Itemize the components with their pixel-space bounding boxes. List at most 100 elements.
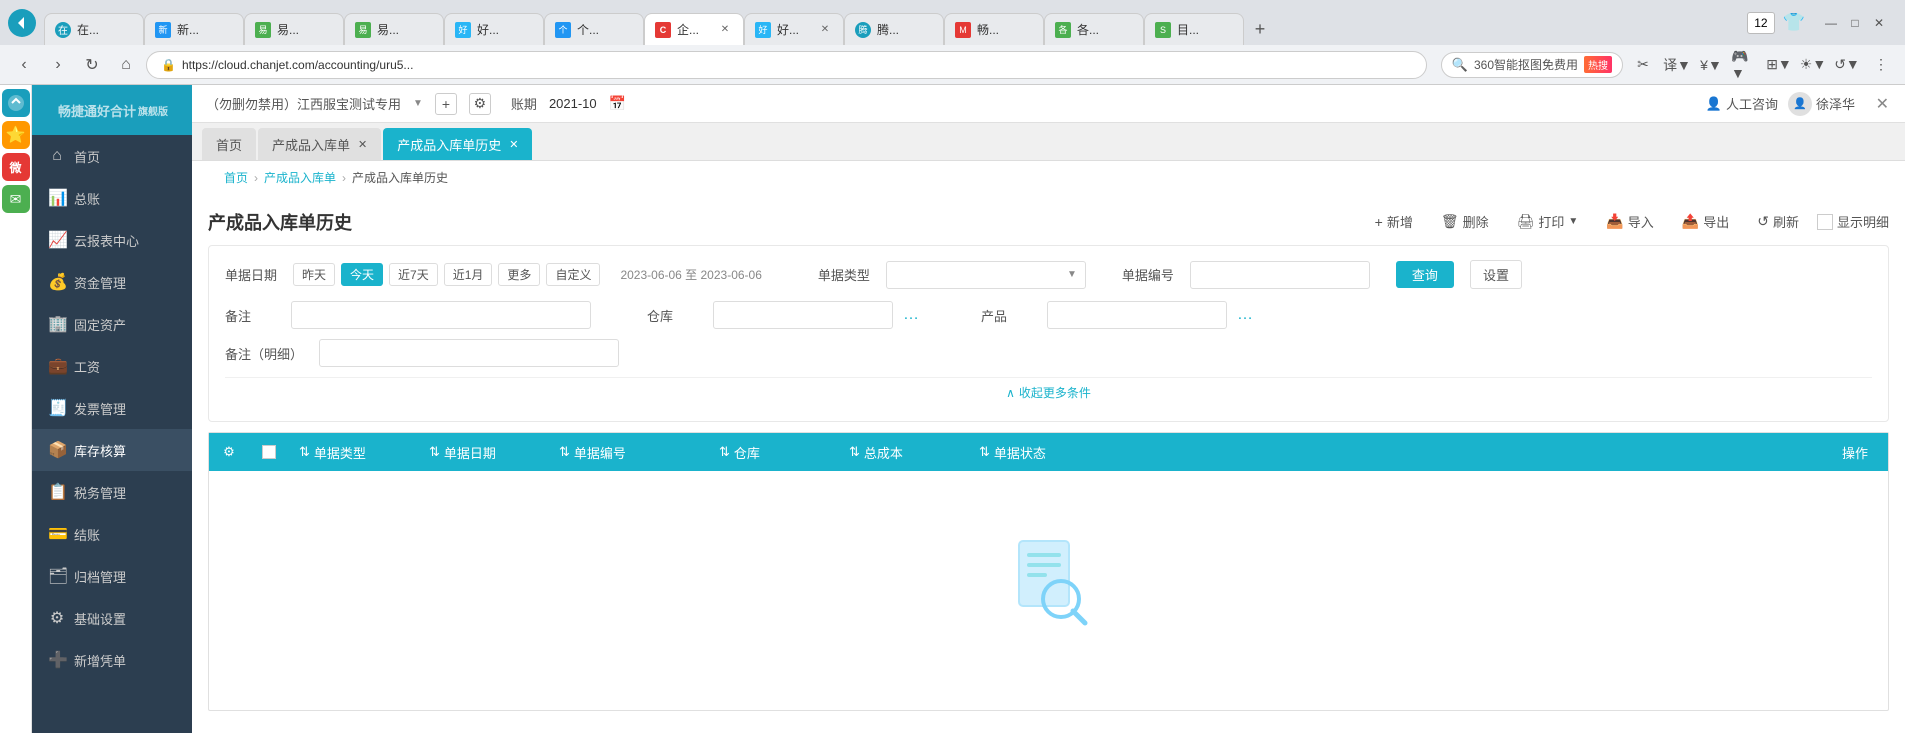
calendar-icon[interactable]: 📅	[609, 95, 626, 112]
import-button[interactable]: 📥 导入	[1596, 208, 1663, 235]
th-voucher-date[interactable]: ⇅ 单据日期	[419, 433, 549, 471]
cut-icon[interactable]: ✂	[1629, 51, 1657, 79]
refresh-button[interactable]: ↻	[78, 51, 106, 79]
browser-tab-3[interactable]: 易 易...	[244, 13, 344, 45]
export-button[interactable]: 📤 导出	[1672, 208, 1739, 235]
refresh-button[interactable]: ↺ 刷新	[1747, 208, 1809, 235]
week-btn[interactable]: 近7天	[389, 263, 438, 286]
service-button[interactable]: 👤 人工咨询	[1706, 94, 1778, 113]
back-button[interactable]: ‹	[10, 51, 38, 79]
sidebar-item-fixed-assets[interactable]: 🏢 固定资产	[32, 303, 192, 345]
company-dropdown[interactable]: ▼	[413, 98, 423, 109]
th-voucher-type[interactable]: ⇅ 单据类型	[289, 433, 419, 471]
home-button[interactable]: ⌂	[112, 51, 140, 79]
header-close-icon[interactable]: ✕	[1876, 94, 1889, 114]
grid-icon[interactable]: ⊞▼	[1765, 51, 1793, 79]
browser-tab-1[interactable]: 在 在...	[44, 13, 144, 45]
voucher-type-select[interactable]: ▼	[886, 261, 1086, 289]
collapse-button[interactable]: ∧ 收起更多条件	[225, 377, 1872, 407]
setting-button[interactable]: 设置	[1470, 260, 1522, 289]
th-voucher-status[interactable]: ⇅ 单据状态	[969, 433, 1099, 471]
yuan-icon[interactable]: ¥▼	[1697, 51, 1725, 79]
undo-icon[interactable]: ↺▼	[1833, 51, 1861, 79]
translate-icon[interactable]: 译▼	[1663, 51, 1691, 79]
select-all-checkbox[interactable]	[262, 445, 276, 459]
sidebar-item-home[interactable]: ⌂ 首页	[32, 135, 192, 177]
print-button[interactable]: 🖨 打印 ▼	[1507, 208, 1589, 235]
quick-icon-star[interactable]: ⭐	[2, 121, 30, 149]
query-button[interactable]: 查询	[1396, 261, 1454, 288]
game-icon[interactable]: 🎮▼	[1731, 51, 1759, 79]
minimize-button[interactable]: —	[1821, 13, 1841, 33]
more-icon[interactable]: ⋮	[1867, 51, 1895, 79]
add-company-button[interactable]: +	[435, 93, 457, 115]
tab-home[interactable]: 首页	[202, 128, 256, 160]
today-btn[interactable]: 今天	[341, 263, 383, 286]
collapse-icon: ∧	[1006, 386, 1015, 400]
th-warehouse[interactable]: ⇅ 仓库	[709, 433, 839, 471]
product-input[interactable]	[1047, 301, 1227, 329]
new-tab-button[interactable]: +	[1244, 13, 1276, 45]
search-box[interactable]: 🔍 360智能抠图免费用 热搜	[1441, 52, 1623, 78]
close-button[interactable]: ✕	[1869, 13, 1889, 33]
more-btn[interactable]: 更多	[498, 263, 540, 286]
tab-history[interactable]: 产成品入库单历史 ✕	[383, 128, 532, 160]
quick-icon-weibo[interactable]: 微	[2, 153, 30, 181]
th-gear[interactable]: ⚙	[209, 433, 249, 471]
browser-tab-2[interactable]: 新 新...	[144, 13, 244, 45]
detail-checkbox[interactable]	[1817, 214, 1833, 230]
extensions-icon[interactable]: 👕	[1779, 12, 1809, 33]
quick-icon-app[interactable]	[2, 89, 30, 117]
tab-list-close[interactable]: ✕	[358, 138, 367, 151]
month-btn[interactable]: 近1月	[444, 263, 493, 286]
sidebar-item-fund[interactable]: 💰 资金管理	[32, 261, 192, 303]
browser-tab-8[interactable]: 好 好... ✕	[744, 13, 844, 45]
remark-detail-input[interactable]	[319, 339, 619, 367]
sidebar-item-basic[interactable]: ⚙ 基础设置	[32, 597, 192, 639]
th-voucher-no[interactable]: ⇅ 单据编号	[549, 433, 709, 471]
warehouse-input[interactable]	[713, 301, 893, 329]
browser-tab-12[interactable]: S 目...	[1144, 13, 1244, 45]
sidebar-item-salary[interactable]: 💼 工资	[32, 345, 192, 387]
forward-button[interactable]: ›	[44, 51, 72, 79]
browser-tab-7[interactable]: C 企... ✕	[644, 13, 744, 45]
delete-button[interactable]: 🗑 删除	[1431, 208, 1499, 235]
show-detail-toggle[interactable]: 显示明细	[1817, 212, 1889, 231]
custom-btn[interactable]: 自定义	[546, 263, 600, 286]
browser-tab-4[interactable]: 易 易...	[344, 13, 444, 45]
browser-tab-5[interactable]: 好 好...	[444, 13, 544, 45]
sidebar-item-newbill[interactable]: ➕ 新增凭单	[32, 639, 192, 681]
back-nav-circle[interactable]	[8, 9, 36, 37]
maximize-button[interactable]: □	[1845, 13, 1865, 33]
theme-icon[interactable]: ☀▼	[1799, 51, 1827, 79]
tab-list[interactable]: 产成品入库单 ✕	[258, 128, 381, 160]
product-dots[interactable]: …	[1231, 306, 1259, 324]
yesterday-btn[interactable]: 昨天	[293, 263, 335, 286]
remark-input[interactable]	[291, 301, 591, 329]
browser-tab-11[interactable]: 各 各...	[1044, 13, 1144, 45]
sidebar-item-tax[interactable]: 📋 税务管理	[32, 471, 192, 513]
address-input[interactable]: 🔒 https://cloud.chanjet.com/accounting/u…	[146, 51, 1427, 79]
tab-history-close[interactable]: ✕	[509, 138, 518, 151]
settings-button[interactable]: ⚙	[469, 93, 491, 115]
tab-count-badge[interactable]: 12	[1747, 12, 1774, 34]
sidebar-item-invoice[interactable]: 🧾 发票管理	[32, 387, 192, 429]
tab-close-8[interactable]: ✕	[817, 22, 833, 38]
sidebar-item-inventory[interactable]: 📦 库存核算	[32, 429, 192, 471]
sidebar-item-ledger[interactable]: 📊 总账	[32, 177, 192, 219]
tab-close-7[interactable]: ✕	[717, 22, 733, 38]
sidebar-item-checkout[interactable]: 💳 结账	[32, 513, 192, 555]
add-button[interactable]: + 新增	[1365, 208, 1423, 235]
th-check[interactable]	[249, 433, 289, 471]
browser-tab-6[interactable]: 个 个...	[544, 13, 644, 45]
warehouse-dots[interactable]: …	[897, 306, 925, 324]
quick-icon-email[interactable]: ✉	[2, 185, 30, 213]
sidebar-item-archive[interactable]: 🗂 归档管理	[32, 555, 192, 597]
browser-tab-10[interactable]: M 畅...	[944, 13, 1044, 45]
th-total-cost[interactable]: ⇅ 总成本	[839, 433, 969, 471]
user-button[interactable]: 👤 徐泽华	[1788, 92, 1855, 116]
browser-tab-9[interactable]: 腾 腾...	[844, 13, 944, 45]
sidebar-item-report[interactable]: 📈 云报表中心	[32, 219, 192, 261]
voucher-no-input[interactable]	[1190, 261, 1370, 289]
tab-label-8: 好...	[777, 21, 799, 38]
